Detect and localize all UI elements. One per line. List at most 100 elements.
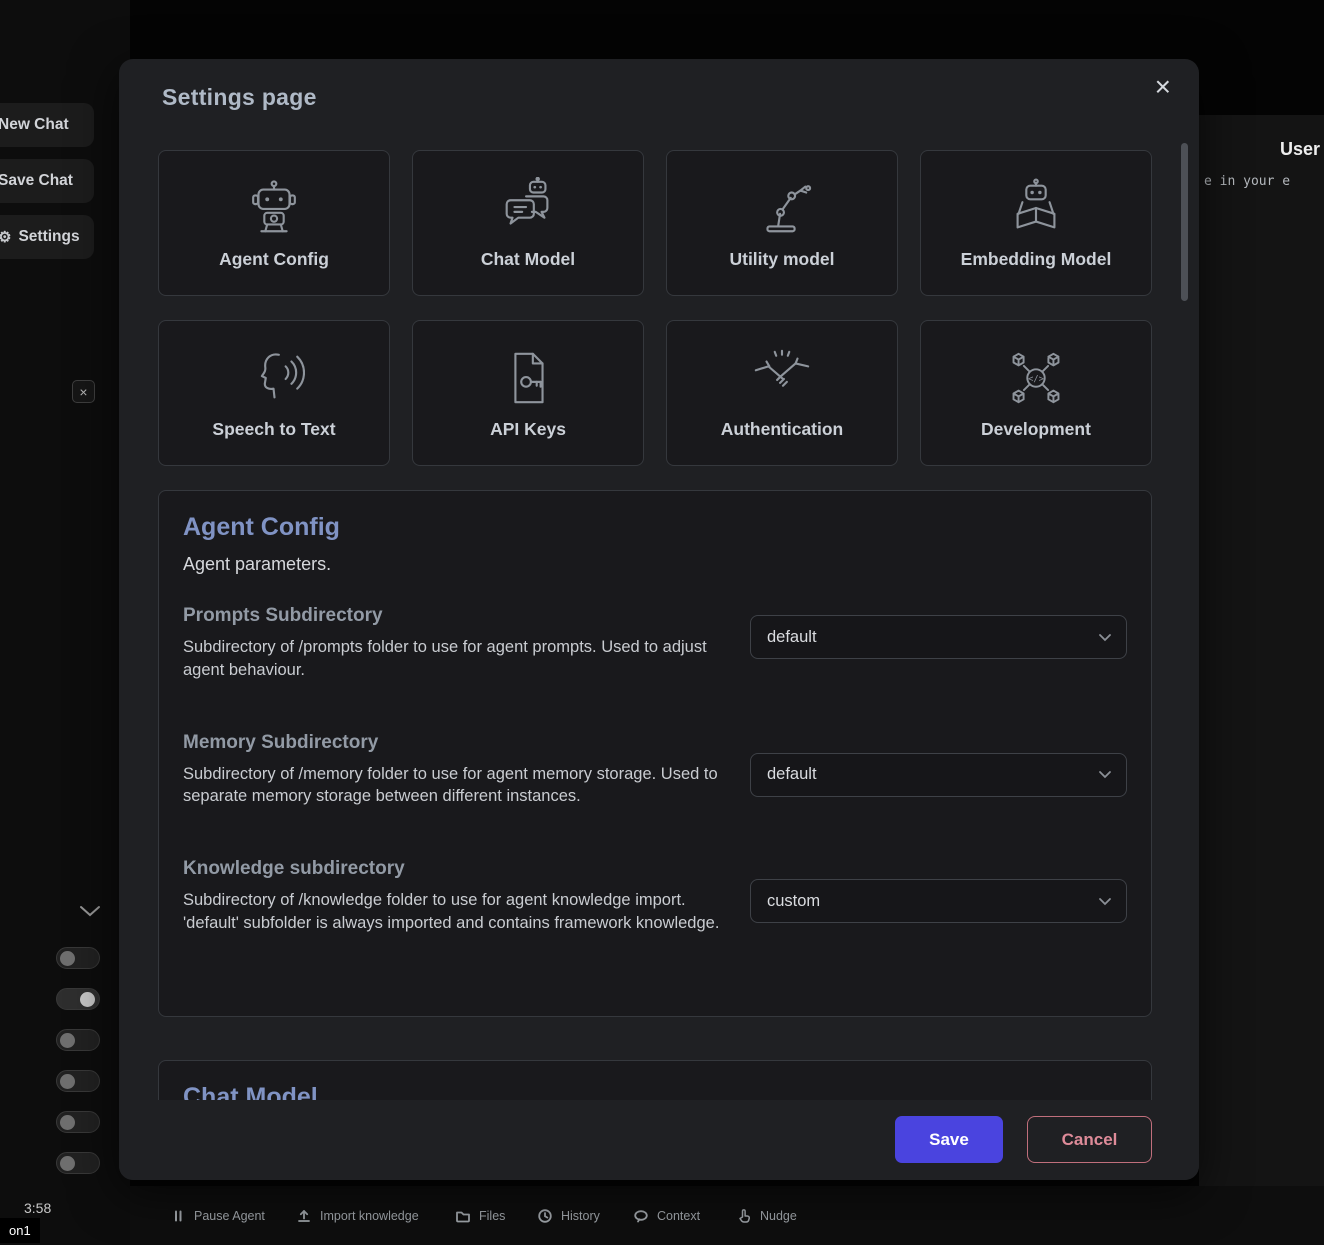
close-glyph: × [79, 383, 88, 400]
upload-icon [298, 1209, 310, 1222]
tab-label: Speech to Text [212, 418, 336, 439]
settings-label: Settings [18, 228, 80, 245]
robot-arm-icon [766, 184, 812, 232]
toggle-knob [60, 1073, 75, 1089]
toggle-knob [60, 1114, 75, 1130]
tab-development[interactable]: </> Development [920, 320, 1152, 466]
save-button[interactable]: Save [895, 1116, 1003, 1163]
sidebar-toggle[interactable] [56, 947, 100, 969]
chevron-down-icon[interactable] [79, 904, 101, 922]
history-button[interactable]: History [537, 1186, 600, 1245]
toggle-knob [80, 991, 95, 1007]
sidebar-toggle[interactable] [56, 988, 100, 1010]
save-chat-label: Save Chat [0, 172, 73, 189]
new-chat-label: New Chat [0, 116, 69, 133]
prompts-subdirectory-select[interactable]: default [750, 615, 1127, 659]
agent-config-section: Agent Config Agent parameters. Prompts S… [158, 490, 1152, 1017]
field-description: Subdirectory of /prompts folder to use f… [183, 638, 707, 679]
settings-button[interactable]: ⚙ Settings [0, 215, 94, 259]
folder-icon [456, 1211, 470, 1222]
clock-time: 3:58 [24, 1200, 52, 1216]
tab-authentication[interactable]: Authentication [666, 320, 898, 466]
field-knowledge-subdirectory: Knowledge subdirectory Subdirectory of /… [183, 858, 1127, 935]
select-value: default [767, 765, 817, 784]
save-chat-button[interactable]: Save Chat [0, 159, 94, 203]
settings-modal: Settings page × Agent Config Chat Model … [119, 59, 1199, 1180]
sidebar-close-icon[interactable]: × [72, 380, 95, 403]
field-description: Subdirectory of /knowledge folder to use… [183, 891, 720, 932]
clock-icon [538, 1208, 552, 1223]
chevron-down-icon [1099, 771, 1111, 779]
toolbar-label: History [561, 1208, 600, 1223]
cancel-button[interactable]: Cancel [1027, 1116, 1152, 1163]
toolbar-label: Nudge [760, 1208, 797, 1223]
pause-agent-button[interactable]: Pause Agent [170, 1186, 265, 1245]
field-memory-subdirectory: Memory Subdirectory Subdirectory of /mem… [183, 732, 1127, 809]
field-label: Knowledge subdirectory [183, 858, 405, 880]
toggle-knob [60, 1155, 75, 1171]
chevron-down-icon [1099, 897, 1111, 905]
corner-label: on1 [0, 1218, 40, 1243]
toolbar-label: Files [479, 1208, 506, 1223]
select-value: custom [767, 891, 821, 910]
toggle-knob [60, 950, 75, 966]
tab-label: Chat Model [480, 248, 576, 269]
hand-icon [739, 1208, 751, 1223]
modal-footer: Save Cancel [119, 1100, 1199, 1180]
tab-label: Authentication [720, 418, 844, 439]
modal-scrollbar-thumb[interactable] [1181, 143, 1188, 301]
toolbar-label: Context [657, 1208, 701, 1223]
robot-icon [252, 179, 296, 232]
sidebar-toggle[interactable] [56, 1152, 100, 1174]
select-value: default [767, 627, 817, 646]
context-button[interactable]: Context [633, 1186, 700, 1245]
sidebar-toggle[interactable] [56, 1111, 100, 1133]
tab-embedding-model[interactable]: Embedding Model [920, 150, 1152, 296]
cubes-network-icon: </> [1012, 352, 1060, 403]
import-knowledge-button[interactable]: Import knowledge [296, 1186, 419, 1245]
files-button[interactable]: Files [455, 1186, 505, 1245]
tab-label: API Keys [490, 418, 566, 439]
section-subtitle: Agent parameters. [183, 554, 332, 574]
handshake-icon [754, 349, 810, 387]
field-description: Subdirectory of /memory folder to use fo… [183, 764, 718, 806]
robot-book-icon [1016, 178, 1056, 228]
modal-title: Settings page [162, 84, 317, 110]
gear-icon: ⚙ [0, 229, 12, 246]
app-root: New Chat Save Chat ⚙ Settings × 3:58 on1… [0, 0, 1324, 1245]
toolbar-label: Import knowledge [320, 1208, 419, 1223]
sidebar-toggle[interactable] [56, 1070, 100, 1092]
tab-api-keys[interactable]: API Keys [412, 320, 644, 466]
tab-label: Agent Config [219, 248, 329, 269]
pause-icon [175, 1210, 182, 1221]
tab-label: Embedding Model [960, 248, 1112, 269]
document-key-icon [514, 352, 544, 403]
modal-close-icon[interactable]: × [1155, 73, 1171, 101]
toolbar-label: Pause Agent [194, 1208, 265, 1223]
context-bubble-icon [634, 1209, 648, 1222]
field-label: Memory Subdirectory [183, 731, 379, 753]
chat-bubbles-icon [505, 176, 549, 225]
knowledge-subdirectory-select[interactable]: custom [750, 879, 1127, 924]
tab-speech-to-text[interactable]: Speech to Text [158, 320, 390, 466]
chat-user-heading: User [1280, 139, 1321, 159]
field-prompts-subdirectory: Prompts Subdirectory Subdirectory of /pr… [183, 605, 1127, 682]
svg-text:</>: </> [1028, 374, 1044, 384]
tab-label: Development [981, 418, 1091, 439]
tab-chat-model[interactable]: Chat Model [412, 150, 644, 296]
chevron-down-icon [1099, 633, 1111, 641]
user-message-text: e in your e [1204, 174, 1291, 189]
new-chat-button[interactable]: New Chat [0, 103, 94, 147]
chat-panel: User e in your e [1199, 115, 1324, 1186]
sidebar-toggle[interactable] [56, 1029, 100, 1051]
section-title: Agent Config [183, 513, 340, 541]
bottom-toolbar: Pause Agent Import knowledge Files Histo… [130, 1186, 1324, 1245]
tab-label: Utility model [729, 248, 835, 269]
tab-agent-config[interactable]: Agent Config [158, 150, 390, 296]
toggle-knob [60, 1032, 75, 1048]
nudge-button[interactable]: Nudge [736, 1186, 797, 1245]
tab-utility-model[interactable]: Utility model [666, 150, 898, 296]
speech-profile-icon [260, 352, 305, 398]
memory-subdirectory-select[interactable]: default [750, 752, 1127, 797]
settings-tabs: Agent Config Chat Model Utility model Em… [158, 150, 1152, 466]
